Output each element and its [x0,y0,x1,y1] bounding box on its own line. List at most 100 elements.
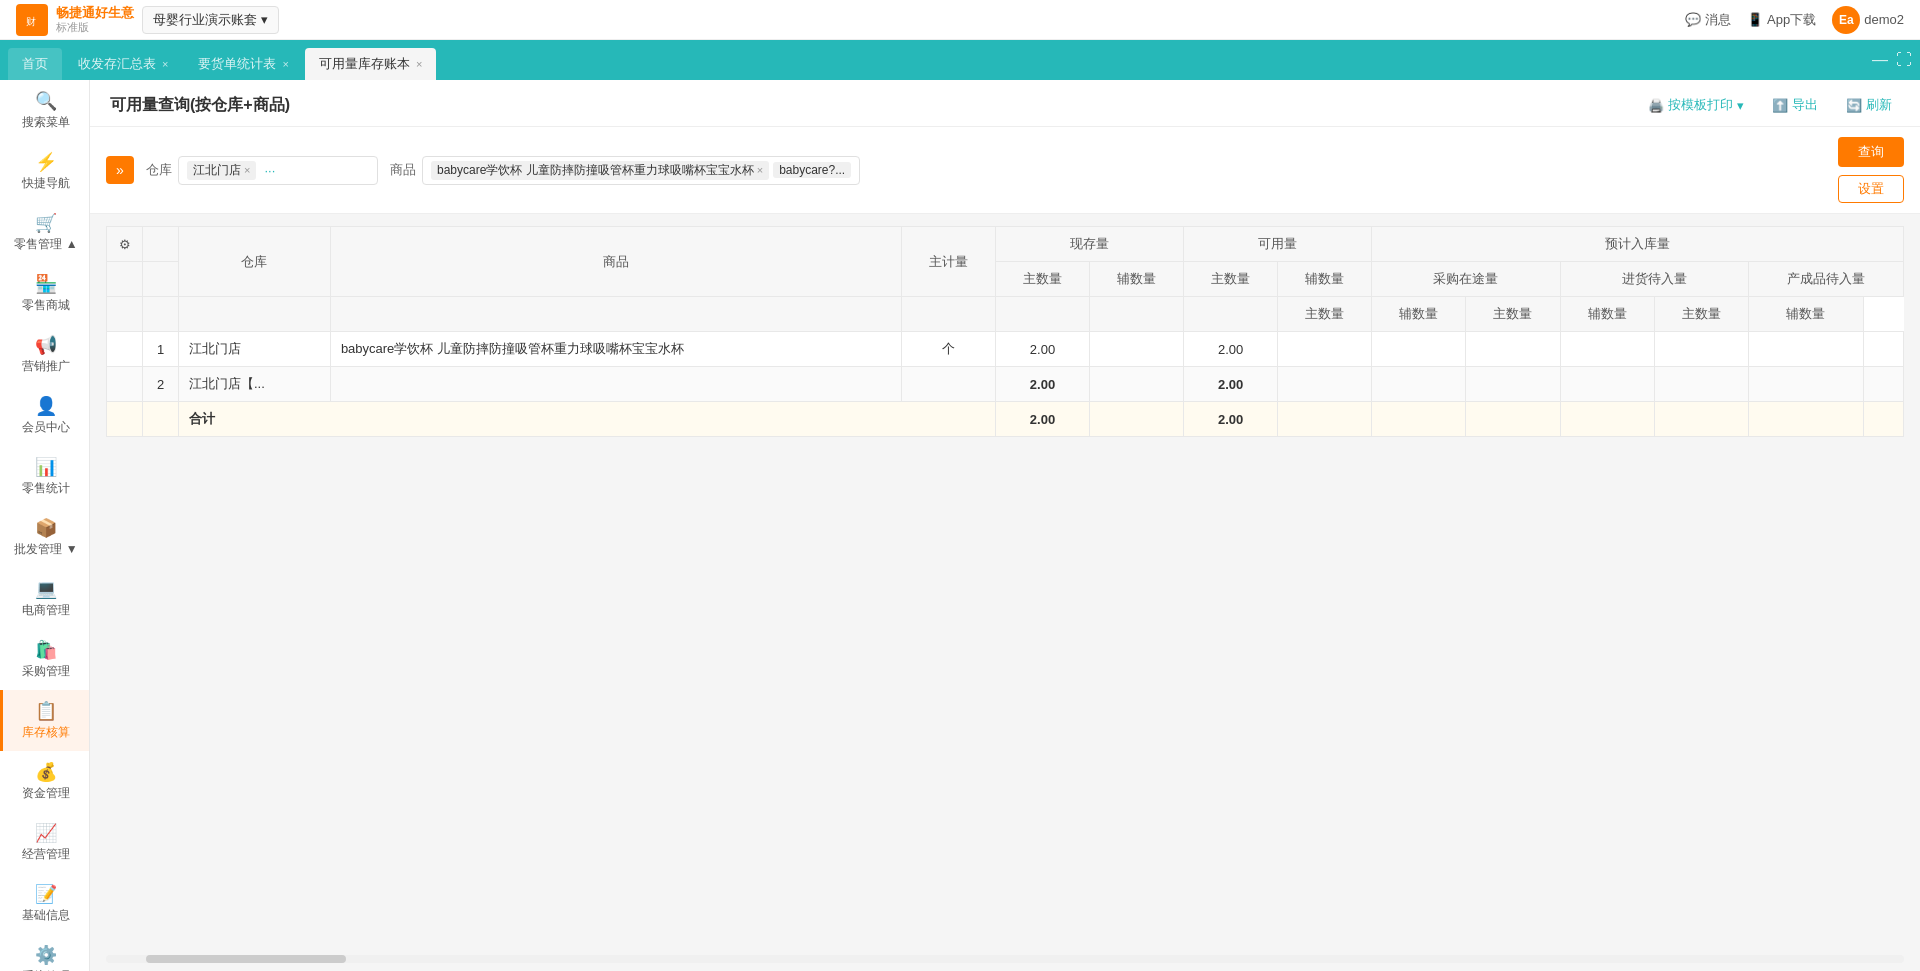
th-incoming-aux: 辅数量 [1560,297,1654,332]
summary-row: 合计 2.00 2.00 [107,402,1904,437]
sidebar-item-retail-stats[interactable]: 📊 零售统计 [0,446,89,507]
sidebar-item-ecommerce[interactable]: 💻 电商管理 [0,568,89,629]
table-settings-icon[interactable]: ⚙ [119,237,131,252]
row1-current-aux [1090,332,1184,367]
tab-available-stock[interactable]: 可用量库存账本 × [305,48,436,80]
row1-purchase-main [1372,332,1466,367]
sidebar-item-quick-nav[interactable]: ⚡ 快捷导航 [0,141,89,202]
th-expected-in: 预计入库量 [1372,227,1904,262]
horizontal-scrollbar[interactable] [106,955,1904,963]
sidebar-label-basic-info: 基础信息 [22,907,70,924]
phone-icon: 📱 [1747,12,1763,27]
chevron-down-icon: ▾ [261,12,268,27]
minimize-icon[interactable]: — [1872,51,1888,69]
sidebar-item-purchase[interactable]: 🛍️ 采购管理 [0,629,89,690]
close-available-stock-tab[interactable]: × [416,58,422,70]
product-filter-label: 商品 [390,161,416,179]
th-production-main: 主数量 [1654,297,1748,332]
sidebar-item-basic-info[interactable]: 📝 基础信息 [0,873,89,934]
system-icon: ⚙️ [35,944,57,966]
print-icon: 🖨️ [1648,98,1664,113]
product-filter-input[interactable]: babycare学饮杯 儿童防摔防撞吸管杯重力球吸嘴杯宝宝水杯 × babyca… [422,156,860,185]
settings-button[interactable]: 设置 [1838,175,1904,203]
data-table: ⚙ 仓库 商品 主计量 现存量 可用量 预计入库量 主数量 [106,226,1904,437]
sidebar-label-wholesale: 批发管理 ▼ [14,541,77,558]
sidebar-item-member[interactable]: 👤 会员中心 [0,385,89,446]
member-icon: 👤 [35,395,57,417]
sidebar-item-inventory[interactable]: 📋 库存核算 [0,690,89,751]
th-purchase-main: 主数量 [1278,297,1372,332]
order-stats-tab-label: 要货单统计表 [198,55,276,73]
row2-available-aux [1278,367,1372,402]
th-num [143,227,179,262]
sidebar-item-retail-mgmt[interactable]: 🛒 零售管理 ▲ [0,202,89,263]
sidebar-item-wholesale[interactable]: 📦 批发管理 ▼ [0,507,89,568]
row2-purchase-main [1372,367,1466,402]
table-container: ⚙ 仓库 商品 主计量 现存量 可用量 预计入库量 主数量 [90,214,1920,955]
sidebar-item-search[interactable]: 🔍 搜索菜单 [0,80,89,141]
sidebar-item-marketing[interactable]: 📢 营销推广 [0,324,89,385]
close-order-stats-tab[interactable]: × [282,58,288,70]
row2-incoming-aux [1654,367,1748,402]
summary-incoming-aux [1654,402,1748,437]
summary-production-main [1748,402,1863,437]
tab-receipts[interactable]: 收发存汇总表 × [64,48,182,80]
summary-label: 合计 [179,402,996,437]
print-template-button[interactable]: 🖨️ 按模板打印 ▾ [1640,92,1752,118]
top-bar-right: 💬 消息 📱 App下载 Ea demo2 [1685,6,1904,34]
svg-text:财: 财 [26,16,36,27]
sidebar-label-retail-stats: 零售统计 [22,480,70,497]
sidebar: 🔍 搜索菜单 ⚡ 快捷导航 🛒 零售管理 ▲ 🏪 零售商城 📢 营销推广 👤 会… [0,80,90,971]
th-sub-empty7 [1090,297,1184,332]
message-button[interactable]: 💬 消息 [1685,11,1731,29]
expand-filter-button[interactable]: » [106,156,134,184]
th-current-stock: 现存量 [995,227,1183,262]
warehouse-more-btn[interactable]: ··· [260,163,279,178]
warehouse-filter-input[interactable]: 江北门店 × ··· [178,156,378,185]
basic-info-icon: 📝 [35,883,57,905]
th-available: 可用量 [1184,227,1372,262]
refresh-button[interactable]: 🔄 刷新 [1838,92,1900,118]
maximize-icon[interactable]: ⛶ [1896,51,1912,69]
print-chevron-icon: ▾ [1737,98,1744,113]
export-button[interactable]: ⬆️ 导出 [1764,92,1826,118]
summary-settings [107,402,143,437]
page-header: 可用量查询(按仓库+商品) 🖨️ 按模板打印 ▾ ⬆️ 导出 🔄 刷新 [90,80,1920,127]
th-available-main: 主数量 [1184,262,1278,297]
available-stock-tab-label: 可用量库存账本 [319,55,410,73]
user-menu[interactable]: Ea demo2 [1832,6,1904,34]
table-row: 2 江北门店【... 2.00 2.00 [107,367,1904,402]
finance-icon: 💰 [35,761,57,783]
th-purchase-aux: 辅数量 [1372,297,1466,332]
row2-product [330,367,901,402]
inventory-icon: 📋 [35,700,57,722]
sidebar-item-finance[interactable]: 💰 资金管理 [0,751,89,812]
th-production-pending: 产成品待入量 [1748,262,1903,297]
sidebar-item-operations[interactable]: 📈 经营管理 [0,812,89,873]
th-warehouse: 仓库 [179,227,331,297]
industry-selector[interactable]: 母婴行业演示账套 ▾ [142,6,279,34]
purchase-icon: 🛍️ [35,639,57,661]
product-tag-1-remove[interactable]: × [757,164,763,176]
top-bar-left: 财 畅捷通好生意 标准版 母婴行业演示账套 ▾ [16,4,279,36]
app-download-button[interactable]: 📱 App下载 [1747,11,1816,29]
warehouse-tag-remove[interactable]: × [244,164,250,176]
row1-incoming-aux [1654,332,1748,367]
tab-home[interactable]: 首页 [8,48,62,80]
row1-production-main [1748,332,1863,367]
sidebar-item-system[interactable]: ⚙️ 系统管理 [0,934,89,971]
row1-production-aux [1863,332,1903,367]
sidebar-label-operations: 经营管理 [22,846,70,863]
th-available-aux: 辅数量 [1278,262,1372,297]
row2-warehouse: 江北门店【... [179,367,331,402]
query-button[interactable]: 查询 [1838,137,1904,167]
th-purchase-transit: 采购在途量 [1372,262,1560,297]
close-receipts-tab[interactable]: × [162,58,168,70]
sidebar-item-retail-store[interactable]: 🏪 零售商城 [0,263,89,324]
warehouse-filter-label: 仓库 [146,161,172,179]
sidebar-label-purchase: 采购管理 [22,663,70,680]
tab-order-stats[interactable]: 要货单统计表 × [184,48,302,80]
scrollbar-thumb[interactable] [146,955,346,963]
sidebar-label-search: 搜索菜单 [22,114,70,131]
filter-action-buttons: 查询 设置 [1838,137,1904,203]
